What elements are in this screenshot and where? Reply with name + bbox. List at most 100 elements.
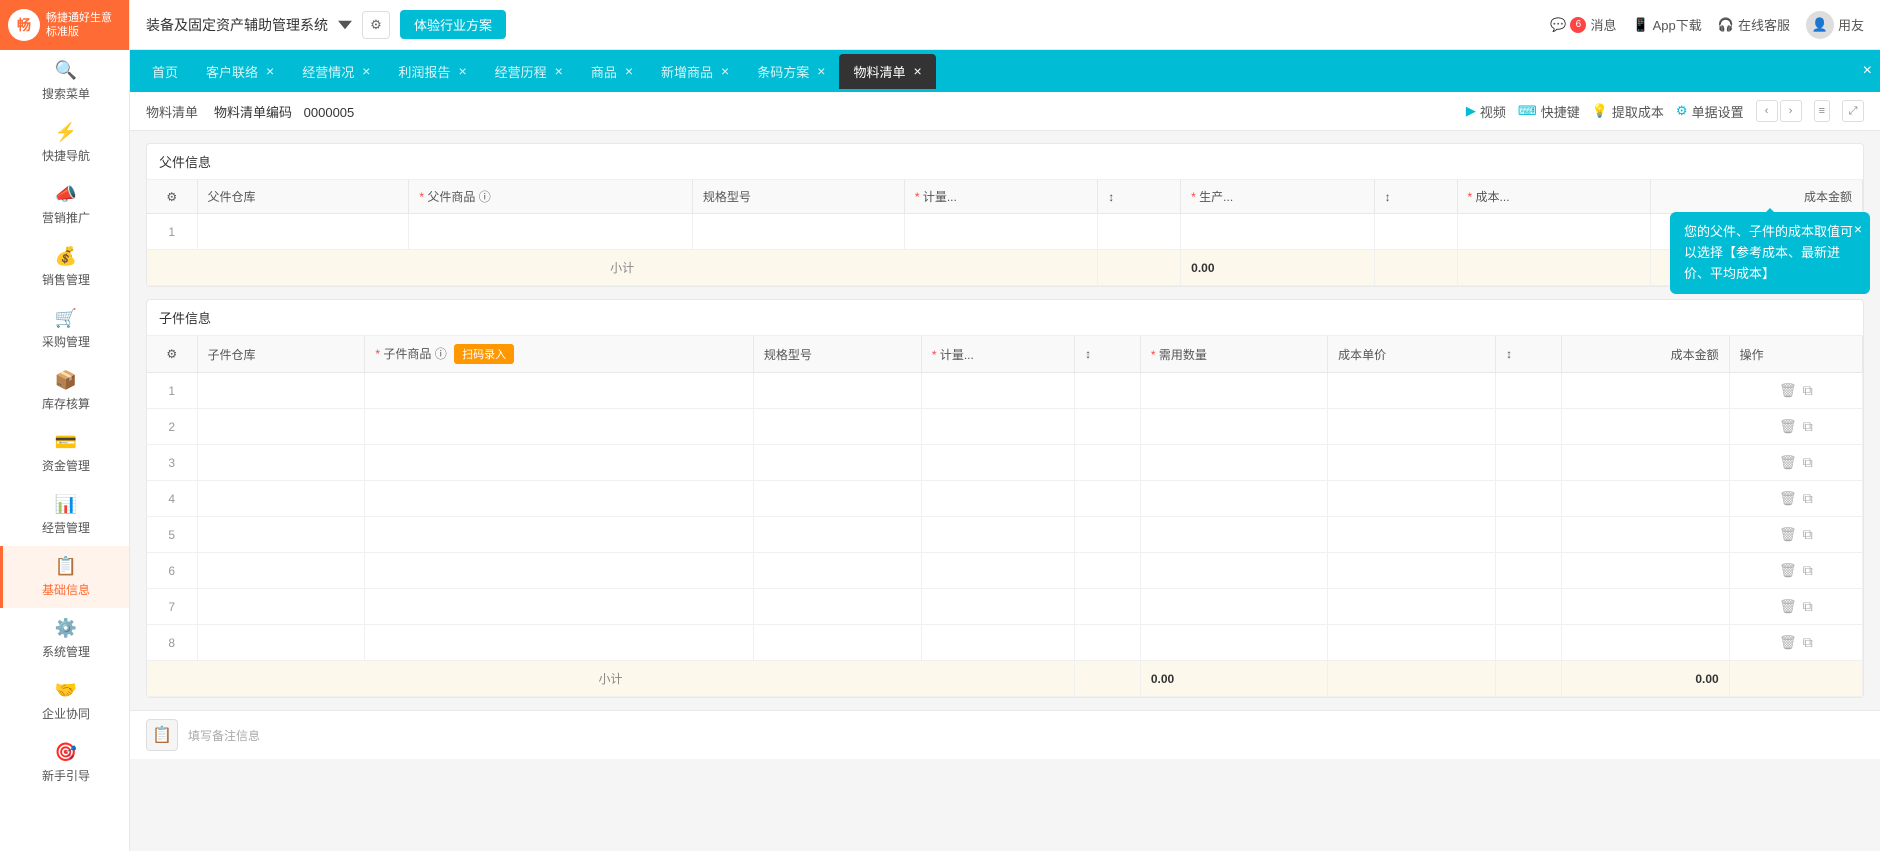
child-spec-cell[interactable]	[753, 445, 921, 481]
tab-close-customer[interactable]: ×	[266, 63, 274, 79]
parent-goods-cell[interactable]	[409, 214, 693, 250]
tab-close-bom[interactable]: ×	[913, 63, 921, 79]
copy-icon[interactable]: ⧉	[1803, 490, 1813, 507]
child-goods-cell[interactable]	[365, 625, 754, 661]
child-warehouse-cell[interactable]	[197, 625, 365, 661]
tab-close-goods[interactable]: ×	[625, 63, 633, 79]
copy-icon[interactable]: ⧉	[1803, 598, 1813, 615]
nav-tab-customer[interactable]: 客户联络×	[192, 54, 288, 89]
next-arrow[interactable]: ›	[1780, 100, 1802, 122]
sidebar-item-system[interactable]: ⚙️系统管理	[0, 608, 129, 670]
tab-close-history[interactable]: ×	[555, 63, 563, 79]
child-goods-cell[interactable]	[365, 481, 754, 517]
sidebar-item-cooperation[interactable]: 🤝企业协同	[0, 670, 129, 732]
tab-close-barcode[interactable]: ×	[817, 63, 825, 79]
child-goods-cell[interactable]	[365, 553, 754, 589]
copy-icon[interactable]: ⧉	[1803, 418, 1813, 435]
child-spec-cell[interactable]	[753, 589, 921, 625]
child-th-gear[interactable]: ⚙	[147, 336, 197, 373]
child-unit-cell[interactable]	[921, 625, 1074, 661]
sidebar-item-marketing[interactable]: 📣营销推广	[0, 174, 129, 236]
nav-tab-bom[interactable]: 物料清单×	[839, 54, 935, 89]
child-goods-cell[interactable]	[365, 373, 754, 409]
child-qty-cell[interactable]	[1140, 589, 1327, 625]
child-warehouse-cell[interactable]	[197, 409, 365, 445]
child-unit-cell[interactable]	[921, 517, 1074, 553]
child-unit-cell[interactable]	[921, 553, 1074, 589]
menu-icon[interactable]: ≡	[1814, 100, 1830, 122]
child-goods-cell[interactable]	[365, 445, 754, 481]
nav-tab-barcode[interactable]: 条码方案×	[743, 54, 839, 89]
parent-warehouse-cell[interactable]	[197, 214, 409, 250]
delete-icon[interactable]: 🗑	[1779, 526, 1797, 543]
child-spec-cell[interactable]	[753, 625, 921, 661]
notes-icon[interactable]: 📋	[146, 719, 178, 751]
nav-tab-history[interactable]: 经营历程×	[481, 54, 577, 89]
child-warehouse-cell[interactable]	[197, 373, 365, 409]
copy-icon[interactable]: ⧉	[1803, 454, 1813, 471]
child-unit-cell[interactable]	[921, 481, 1074, 517]
sidebar-item-guide[interactable]: 🎯新手引导	[0, 732, 129, 794]
extract-cost-action[interactable]: 💡 提取成本	[1592, 102, 1664, 121]
delete-icon[interactable]: 🗑	[1779, 382, 1797, 399]
sidebar-item-finance[interactable]: 💳资金管理	[0, 422, 129, 484]
online-service-button[interactable]: 🎧 在线客服	[1718, 15, 1790, 34]
child-goods-cell[interactable]	[365, 589, 754, 625]
tooltip-close-button[interactable]: ×	[1854, 218, 1862, 240]
sidebar-item-search[interactable]: 🔍搜索菜单	[0, 50, 129, 112]
video-action[interactable]: ▶ 视频	[1466, 102, 1506, 121]
message-button[interactable]: 💬 6 消息	[1550, 15, 1616, 34]
child-qty-cell[interactable]	[1140, 445, 1327, 481]
sidebar-item-inventory[interactable]: 📦库存核算	[0, 360, 129, 422]
nav-tab-new_goods[interactable]: 新增商品×	[647, 54, 743, 89]
delete-icon[interactable]: 🗑	[1779, 454, 1797, 471]
sidebar-item-sales[interactable]: 💰销售管理	[0, 236, 129, 298]
child-spec-cell[interactable]	[753, 481, 921, 517]
child-qty-cell[interactable]	[1140, 625, 1327, 661]
child-warehouse-cell[interactable]	[197, 481, 365, 517]
child-goods-cell[interactable]	[365, 517, 754, 553]
close-all-tabs[interactable]: ×	[1863, 62, 1872, 80]
child-unit-cost-cell[interactable]	[1328, 481, 1496, 517]
child-warehouse-cell[interactable]	[197, 445, 365, 481]
child-unit-cost-cell[interactable]	[1328, 373, 1496, 409]
tab-close-new_goods[interactable]: ×	[721, 63, 729, 79]
user-menu[interactable]: 👤 用友	[1806, 11, 1864, 39]
child-unit-cost-cell[interactable]	[1328, 445, 1496, 481]
child-unit-cost-cell[interactable]	[1328, 553, 1496, 589]
child-unit-cell[interactable]	[921, 589, 1074, 625]
parent-production-cell[interactable]	[1181, 214, 1374, 250]
child-warehouse-cell[interactable]	[197, 517, 365, 553]
expand-icon[interactable]: ⤢	[1842, 100, 1864, 122]
child-spec-cell[interactable]	[753, 409, 921, 445]
delete-icon[interactable]: 🗑	[1779, 634, 1797, 651]
parent-th-gear[interactable]: ⚙	[147, 180, 197, 214]
child-unit-cost-cell[interactable]	[1328, 517, 1496, 553]
child-qty-cell[interactable]	[1140, 517, 1327, 553]
child-spec-cell[interactable]	[753, 373, 921, 409]
delete-icon[interactable]: 🗑	[1779, 490, 1797, 507]
tab-close-profit[interactable]: ×	[458, 63, 466, 79]
child-unit-cost-cell[interactable]	[1328, 409, 1496, 445]
delete-icon[interactable]: 🗑	[1779, 598, 1797, 615]
child-unit-cell[interactable]	[921, 409, 1074, 445]
child-goods-cell[interactable]	[365, 409, 754, 445]
child-qty-cell[interactable]	[1140, 409, 1327, 445]
single-settings-action[interactable]: ⚙ 单据设置	[1676, 102, 1744, 121]
system-dropdown[interactable]	[338, 18, 352, 32]
child-unit-cost-cell[interactable]	[1328, 589, 1496, 625]
trial-button[interactable]: 体验行业方案	[400, 10, 506, 39]
notes-placeholder[interactable]: 填写备注信息	[188, 727, 260, 744]
parent-unit-cell[interactable]	[904, 214, 1097, 250]
child-spec-cell[interactable]	[753, 553, 921, 589]
tab-close-operation_status[interactable]: ×	[362, 63, 370, 79]
copy-icon[interactable]: ⧉	[1803, 382, 1813, 399]
nav-tab-operation_status[interactable]: 经营情况×	[288, 54, 384, 89]
nav-tab-profit[interactable]: 利润报告×	[384, 54, 480, 89]
child-qty-cell[interactable]	[1140, 481, 1327, 517]
delete-icon[interactable]: 🗑	[1779, 562, 1797, 579]
sidebar-item-basic[interactable]: 📋基础信息	[0, 546, 129, 608]
app-download-button[interactable]: 📱 App下载	[1632, 15, 1701, 34]
sidebar-item-operation[interactable]: 📊经营管理	[0, 484, 129, 546]
settings-gear-icon[interactable]: ⚙	[362, 11, 390, 39]
